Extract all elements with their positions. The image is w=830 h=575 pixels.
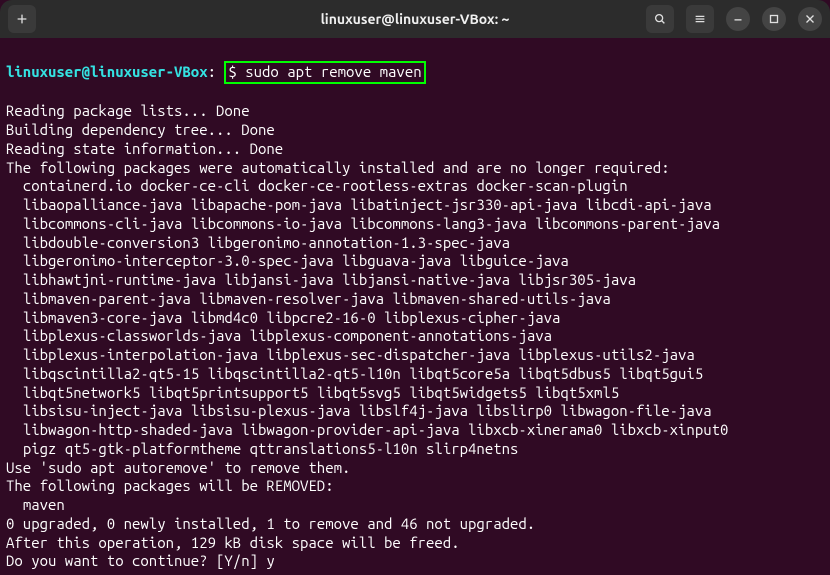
- output-line: libqscintilla2-qt5-15 libqscintilla2-qt5…: [6, 365, 703, 382]
- output-line: Do you want to continue? [Y/n] y: [6, 552, 275, 569]
- command-text: sudo apt remove maven: [237, 63, 422, 80]
- output-line: libmaven3-core-java libmd4c0 libpcre2-16…: [6, 309, 560, 326]
- search-button[interactable]: [646, 5, 674, 33]
- close-icon: [803, 12, 817, 26]
- output-line: libaopalliance-java libapache-pom-java l…: [6, 196, 712, 213]
- output-line: Use 'sudo apt autoremove' to remove them…: [6, 459, 350, 476]
- command-highlight: $ sudo apt remove maven: [224, 61, 425, 84]
- output-line: Reading package lists... Done: [6, 102, 250, 119]
- output-line: libplexus-classworlds-java libplexus-com…: [6, 327, 552, 344]
- window-title: linuxuser@linuxuser-VBox: ~: [321, 11, 510, 27]
- hamburger-icon: [693, 12, 707, 26]
- output-line: Reading state information... Done: [6, 140, 283, 157]
- maximize-icon: [767, 12, 781, 26]
- output-line: libwagon-http-shaded-java libwagon-provi…: [6, 421, 728, 438]
- output-line: libsisu-inject-java libsisu-plexus-java …: [6, 402, 712, 419]
- prompt-colon: :: [208, 63, 216, 80]
- output-line: libqt5network5 libqt5printsupport5 libqt…: [6, 384, 619, 401]
- terminal-content[interactable]: linuxuser@linuxuser-VBox: $ sudo apt rem…: [0, 38, 830, 575]
- prompt-dollar: $: [228, 63, 236, 80]
- menu-button[interactable]: [686, 5, 714, 33]
- output-line: The following packages will be REMOVED:: [6, 477, 334, 494]
- output-line: libgeronimo-interceptor-3.0-spec-java li…: [6, 252, 569, 269]
- output-line: libcommons-cli-java libcommons-io-java l…: [6, 215, 720, 232]
- titlebar-left-controls: [8, 5, 36, 33]
- titlebar-right-controls: [646, 5, 822, 33]
- output-line: After this operation, 129 kB disk space …: [6, 534, 460, 551]
- output-line: The following packages were automaticall…: [6, 159, 670, 176]
- output-line: containerd.io docker-ce-cli docker-ce-ro…: [6, 177, 628, 194]
- maximize-button[interactable]: [762, 7, 786, 31]
- search-icon: [653, 12, 667, 26]
- close-button[interactable]: [798, 7, 822, 31]
- output-line: maven: [6, 496, 65, 513]
- prompt-path: [216, 63, 224, 80]
- output-line: libplexus-interpolation-java libplexus-s…: [6, 346, 695, 363]
- window-titlebar: linuxuser@linuxuser-VBox: ~: [0, 0, 830, 38]
- prompt-line: linuxuser@linuxuser-VBox: $ sudo apt rem…: [6, 61, 824, 84]
- output-line: libhawtjni-runtime-java libjansi-java li…: [6, 271, 636, 288]
- output-line: pigz qt5-gtk-platformtheme qttranslation…: [6, 440, 518, 457]
- prompt-user-host: linuxuser@linuxuser-VBox: [6, 63, 208, 80]
- minimize-icon: [731, 12, 745, 26]
- output-line: 0 upgraded, 0 newly installed, 1 to remo…: [6, 515, 535, 532]
- output-line: libmaven-parent-java libmaven-resolver-j…: [6, 290, 611, 307]
- plus-icon: [15, 12, 29, 26]
- output-line: libdouble-conversion3 libgeronimo-annota…: [6, 234, 510, 251]
- output-line: Building dependency tree... Done: [6, 121, 275, 138]
- minimize-button[interactable]: [726, 7, 750, 31]
- new-tab-button[interactable]: [8, 5, 36, 33]
